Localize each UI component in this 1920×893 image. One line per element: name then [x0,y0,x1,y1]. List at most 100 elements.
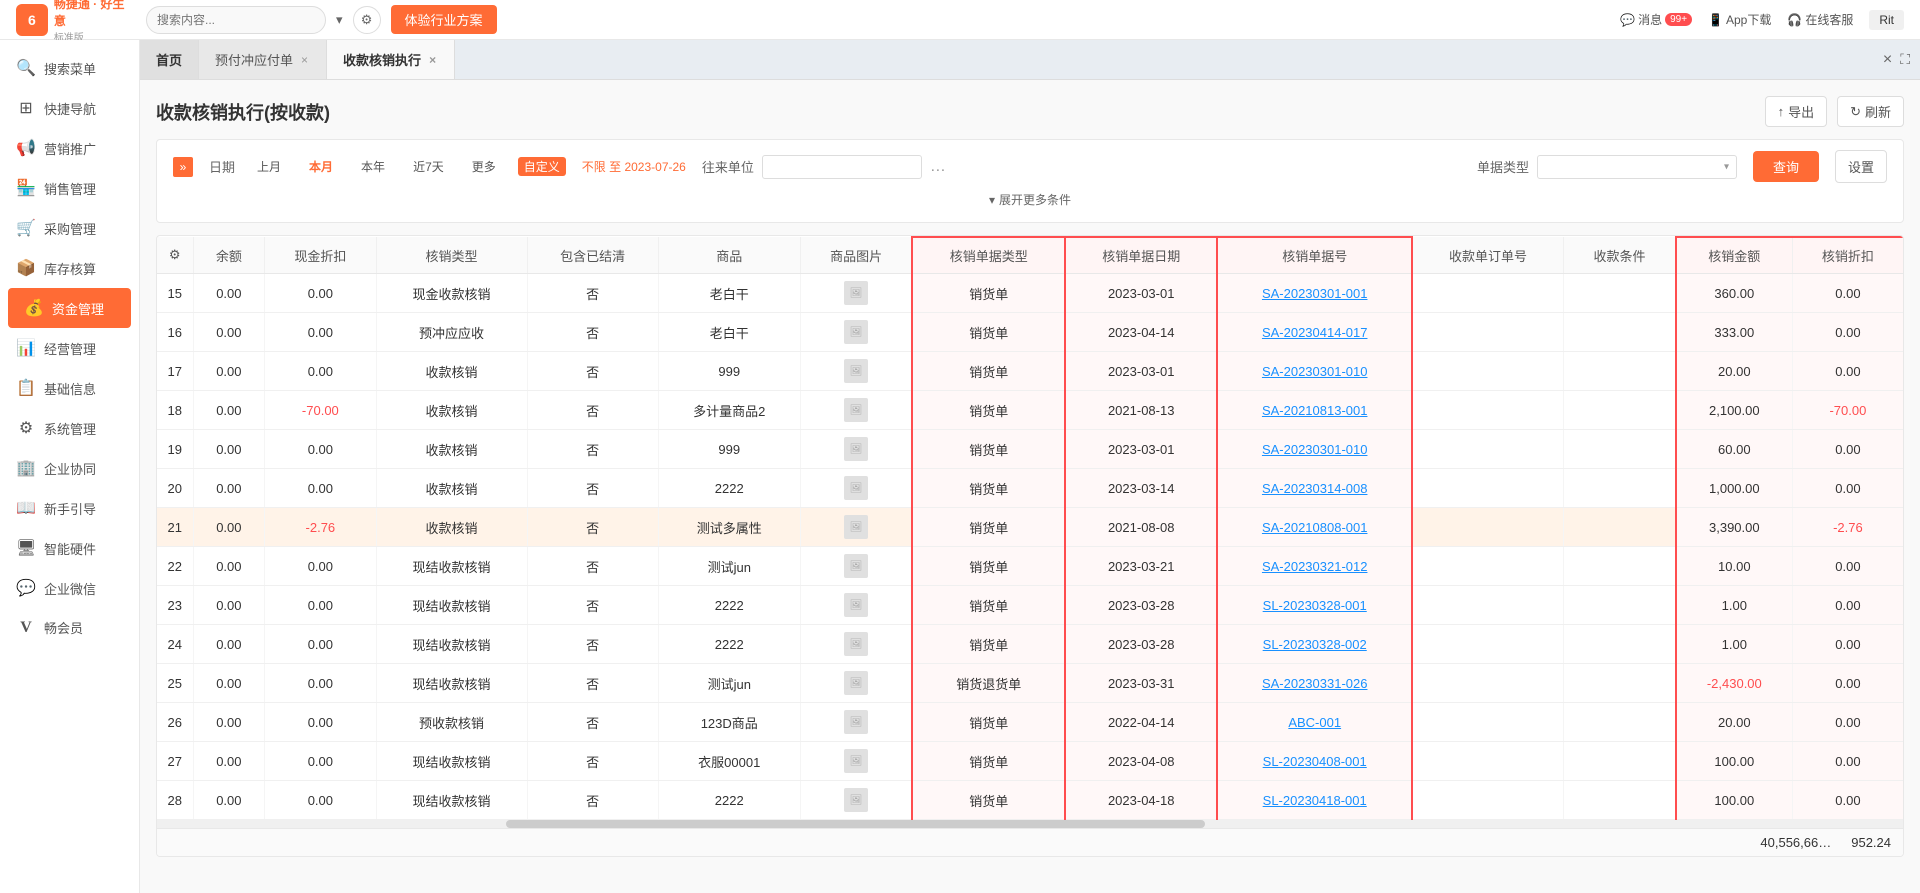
row-verify-doc-type: 销货单 [912,352,1065,391]
row-verify-doc-no[interactable]: SA-20230301-010 [1217,430,1411,469]
row-verify-doc-no[interactable]: SA-20210813-001 [1217,391,1411,430]
sidebar-item-system[interactable]: ⚙ 系统管理 [0,408,139,448]
sidebar-item-member[interactable]: V 畅会员 [0,608,139,647]
horizontal-scrollbar[interactable] [157,820,1903,828]
date-this-year-btn[interactable]: 本年 [355,156,391,177]
finance-icon: 💰 [24,298,44,318]
row-verify-type: 现结收款核销 [376,625,527,664]
row-verify-doc-date: 2021-08-08 [1065,508,1218,547]
tab-prepay-label: 预付冲应付单 [215,50,293,69]
row-balance: 0.00 [193,508,265,547]
date-last-month-btn[interactable]: 上月 [251,156,287,177]
doc-type-input[interactable] [1537,155,1737,179]
row-verify-discount: -70.00 [1792,391,1903,430]
row-verify-doc-no[interactable]: SL-20230408-001 [1217,742,1411,781]
filter-expand-button[interactable]: » [173,157,193,177]
sidebar-item-sales[interactable]: 🏪 销售管理 [0,168,139,208]
home-icon: ⊞ [16,98,36,118]
hardware-icon: 🖥 [16,538,36,558]
table-row: 25 0.00 0.00 现结收款核销 否 测试jun 🖼 销货退货单 2023… [157,664,1903,703]
sidebar-item-nav[interactable]: ⊞ 快捷导航 [0,88,139,128]
sidebar-item-wechat[interactable]: 💬 企业微信 [0,568,139,608]
row-verify-type: 现金收款核销 [376,274,527,313]
row-verify-doc-no[interactable]: SA-20230414-017 [1217,313,1411,352]
sidebar-item-search[interactable]: 🔍 搜索菜单 [0,48,139,88]
tab-prepay-close[interactable]: × [299,51,310,69]
row-verify-doc-no[interactable]: SA-20230321-012 [1217,547,1411,586]
sidebar-item-inventory[interactable]: 📦 库存核算 [0,248,139,288]
date-7days-btn[interactable]: 近7天 [407,156,450,177]
row-verify-doc-no[interactable]: SA-20230301-001 [1217,274,1411,313]
tab-receipt-close[interactable]: × [427,51,438,69]
sidebar-item-hardware[interactable]: 🖥 智能硬件 [0,528,139,568]
table-row: 24 0.00 0.00 现结收款核销 否 2222 🖼 销货单 2023-03… [157,625,1903,664]
doc-type-select-wrapper: ▾ [1537,155,1737,179]
main-layout: 🔍 搜索菜单 ⊞ 快捷导航 📢 营销推广 🏪 销售管理 🛒 采购管理 📦 库存核… [0,40,1920,893]
app-download-btn[interactable]: 📱 App下载 [1708,11,1771,28]
search-input[interactable] [146,6,326,34]
row-goods: 老白干 [658,313,800,352]
setting-button[interactable]: 设置 [1835,150,1887,183]
online-support-btn[interactable]: 🎧 在线客服 [1787,11,1853,28]
query-button[interactable]: 查询 [1753,151,1819,182]
sidebar-item-marketing[interactable]: 📢 营销推广 [0,128,139,168]
sidebar-item-finance[interactable]: 💰 资金管理 [8,288,131,328]
row-verify-doc-no[interactable]: SL-20230418-001 [1217,781,1411,820]
row-verify-doc-no[interactable]: SA-20210808-001 [1217,508,1411,547]
row-verify-doc-type: 销货单 [912,430,1065,469]
dropdown-btn[interactable]: ▾ [336,12,343,28]
col-balance: 余额 [193,237,265,274]
expand-more-button[interactable]: ▾ 展开更多条件 [173,187,1887,212]
sidebar-item-purchase[interactable]: 🛒 采购管理 [0,208,139,248]
date-filter-label: 日期 [209,157,235,176]
row-receipt-order-no [1412,430,1564,469]
row-verify-discount: 0.00 [1792,586,1903,625]
sidebar-item-corp[interactable]: 🏢 企业协同 [0,448,139,488]
row-include-settled: 否 [527,664,658,703]
tab-prepay[interactable]: 预付冲应付单 × [199,40,327,79]
export-button[interactable]: ↑ 导出 [1765,96,1828,127]
row-verify-discount: 0.00 [1792,469,1903,508]
message-icon: 💬 [1620,13,1635,27]
maximize-icon[interactable]: ⛶ [1900,51,1910,68]
row-balance: 0.00 [193,742,265,781]
row-balance: 0.00 [193,352,265,391]
partner-input[interactable] [762,155,922,179]
sidebar-item-label: 销售管理 [44,179,96,198]
table-settings-col[interactable]: ⚙ [157,237,193,274]
row-receipt-order-no [1412,352,1564,391]
row-verify-doc-no[interactable]: SL-20230328-002 [1217,625,1411,664]
row-verify-amount: 3,390.00 [1676,508,1793,547]
row-cash-discount: -70.00 [265,391,376,430]
date-this-month-btn[interactable]: 本月 [303,156,339,177]
row-verify-discount: 0.00 [1792,781,1903,820]
sidebar-item-biz[interactable]: 📊 经营管理 [0,328,139,368]
row-verify-doc-no[interactable]: SA-20230314-008 [1217,469,1411,508]
row-verify-doc-no[interactable]: SA-20230331-026 [1217,664,1411,703]
row-balance: 0.00 [193,430,265,469]
row-receipt-cond [1564,352,1676,391]
message-btn[interactable]: 💬 消息 99+ [1620,11,1692,28]
row-verify-discount: 0.00 [1792,313,1903,352]
date-custom-btn[interactable]: 自定义 [518,157,566,176]
row-receipt-order-no [1412,391,1564,430]
tab-receipt[interactable]: 收款核销执行 × [327,40,455,79]
row-verify-doc-date: 2023-03-28 [1065,625,1218,664]
close-all-icon[interactable]: × [1883,51,1892,69]
settings-btn[interactable]: ⚙ [353,6,381,34]
sidebar-item-basic[interactable]: 📋 基础信息 [0,368,139,408]
row-idx: 17 [157,352,193,391]
scrollbar-thumb[interactable] [506,820,1204,828]
row-verify-doc-no[interactable]: SA-20230301-010 [1217,352,1411,391]
row-verify-doc-no[interactable]: ABC-001 [1217,703,1411,742]
row-cash-discount: 0.00 [265,547,376,586]
refresh-button[interactable]: ↻ 刷新 [1837,96,1904,127]
date-more-btn[interactable]: 更多 [466,156,502,177]
tab-home[interactable]: 首页 [140,40,199,79]
trial-button[interactable]: 体验行业方案 [391,5,497,34]
sidebar-item-guide[interactable]: 📖 新手引导 [0,488,139,528]
row-verify-amount: 20.00 [1676,352,1793,391]
user-avatar[interactable]: Rit [1869,10,1904,30]
inventory-icon: 📦 [16,258,36,278]
row-verify-doc-no[interactable]: SL-20230328-001 [1217,586,1411,625]
